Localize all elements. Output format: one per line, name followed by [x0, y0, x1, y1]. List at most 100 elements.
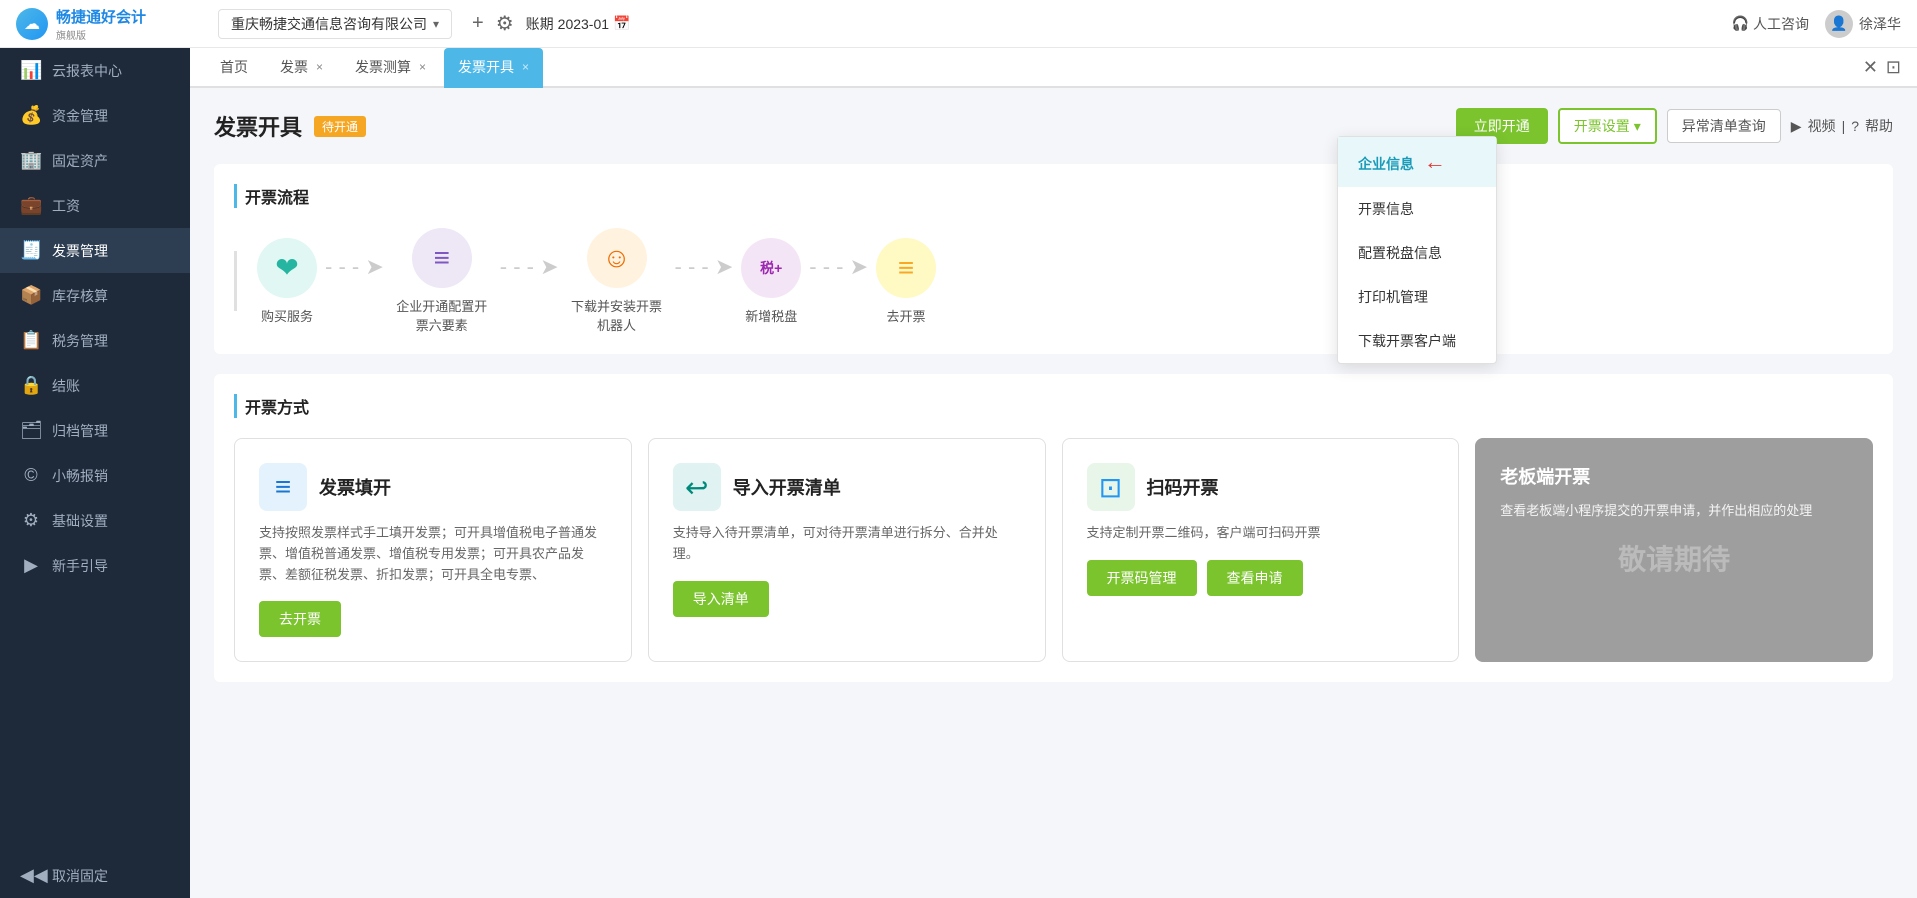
sidebar-label-finance: 资金管理 — [52, 106, 108, 126]
sidebar-item-archive[interactable]: 🗂 归档管理 — [0, 408, 190, 453]
content-area: 首页 发票 × 发票测算 × 发票开具 × ✕ ⊡ — [190, 48, 1917, 898]
period-label: 账期 2023-01 📅 — [526, 14, 631, 34]
main-area: 📊 云报表中心 💰 资金管理 🏢 固定资产 💼 工资 🧾 发票管理 📦 — [0, 48, 1917, 898]
sidebar-item-settings[interactable]: ⚙ 基础设置 — [0, 498, 190, 543]
sidebar-label-guide: 新手引导 — [52, 556, 108, 576]
tab-home[interactable]: 首页 — [206, 48, 262, 88]
method-card-import: ↩ 导入开票清单 支持导入待开票清单，可对待开票清单进行拆分、合并处理。 导入清… — [648, 438, 1046, 662]
sidebar-item-expense[interactable]: © 小畅报销 — [0, 453, 190, 498]
scan-desc: 支持定制开票二维码，客户端可扫码开票 — [1087, 523, 1435, 544]
sidebar-item-tax[interactable]: 📋 税务管理 — [0, 318, 190, 363]
tab-calc-label: 发票测算 — [355, 57, 411, 77]
dropdown-item-download[interactable]: 下载开票客户端 — [1338, 319, 1496, 363]
sidebar-item-assets[interactable]: 🏢 固定资产 — [0, 138, 190, 183]
tab-calc-close[interactable]: × — [419, 60, 426, 74]
flow-section-title: 开票流程 — [234, 184, 1873, 208]
sidebar-label-salary: 工资 — [52, 196, 80, 216]
flow-divider — [234, 251, 237, 311]
sidebar-item-invoice[interactable]: 🧾 发票管理 — [0, 228, 190, 273]
step-label-3: 下载并安装开票机器人 — [567, 296, 667, 334]
tab-bar-actions: ✕ ⊡ — [1863, 57, 1901, 78]
tab-maximize-button[interactable]: ⊡ — [1886, 57, 1901, 78]
sidebar-label-invoice: 发票管理 — [52, 241, 108, 261]
sidebar-item-unpin[interactable]: ◀◀ 取消固定 — [0, 853, 190, 898]
step-icon-1: ❤ — [257, 238, 317, 298]
settings-dropdown-button[interactable]: 开票设置 ▾ — [1558, 108, 1657, 144]
import-icon: ↩ — [673, 463, 721, 511]
video-label[interactable]: 视频 — [1808, 116, 1836, 136]
tab-calc[interactable]: 发票测算 × — [341, 48, 440, 88]
inventory-icon: 📦 — [20, 285, 42, 306]
step-label-2: 企业开通配置开票六要素 — [392, 296, 492, 334]
red-arrow-icon: ← — [1424, 149, 1446, 175]
logo-sub: 旗舰版 — [56, 27, 146, 42]
dropdown-label-download: 下载开票客户端 — [1358, 333, 1456, 349]
logo-icon: ☁ — [16, 8, 48, 40]
settings-dropdown-label: 开票设置 — [1574, 116, 1630, 136]
company-selector[interactable]: 重庆畅捷交通信息咨询有限公司 ▾ — [218, 9, 452, 39]
add-button[interactable]: + — [472, 12, 484, 35]
step-icon-5: ≡ — [876, 238, 936, 298]
fill-btn[interactable]: 去开票 — [259, 601, 341, 637]
sidebar-item-salary[interactable]: 💼 工资 — [0, 183, 190, 228]
scan-btn-2[interactable]: 查看申请 — [1207, 560, 1303, 596]
sidebar-item-reports[interactable]: 📊 云报表中心 — [0, 48, 190, 93]
step-arrow-2: - - - ➤ — [492, 254, 567, 280]
sidebar-label-assets: 固定资产 — [52, 151, 108, 171]
tab-issue-close[interactable]: × — [522, 60, 529, 74]
period-value: 2023-01 — [558, 16, 609, 32]
import-btn[interactable]: 导入清单 — [673, 581, 769, 617]
sidebar-bottom: ◀◀ 取消固定 — [0, 853, 190, 898]
tab-bar: 首页 发票 × 发票测算 × 发票开具 × ✕ ⊡ — [190, 48, 1917, 88]
tab-invoice-close[interactable]: × — [316, 60, 323, 74]
abnormal-list-button[interactable]: 异常清单查询 — [1667, 109, 1781, 143]
sidebar-label-close: 结账 — [52, 376, 80, 396]
method-card-scan: ⊡ 扫码开票 支持定制开票二维码，客户端可扫码开票 开票码管理 查看申请 — [1062, 438, 1460, 662]
tab-close-all-button[interactable]: ✕ — [1863, 57, 1878, 78]
invoice-icon: 🧾 — [20, 240, 42, 261]
user-button[interactable]: 👤 徐泽华 — [1825, 10, 1901, 38]
logo-area: ☁ 畅捷通好会计 旗舰版 — [16, 6, 206, 42]
calendar-icon[interactable]: 📅 — [613, 15, 630, 32]
help-label[interactable]: 帮助 — [1865, 116, 1893, 136]
dropdown-item-printer[interactable]: 打印机管理 — [1338, 275, 1496, 319]
avatar: 👤 — [1825, 10, 1853, 38]
scan-btn-1[interactable]: 开票码管理 — [1087, 560, 1197, 596]
scan-btns: 开票码管理 查看申请 — [1087, 560, 1435, 596]
tab-invoice[interactable]: 发票 × — [266, 48, 337, 88]
flow-step-1[interactable]: ❤ 购买服务 — [257, 238, 317, 325]
method-card-fill-header: ≡ 发票填开 — [259, 463, 607, 511]
sidebar-item-inventory[interactable]: 📦 库存核算 — [0, 273, 190, 318]
step-icon-3: ☺ — [587, 228, 647, 288]
method-cards: ≡ 发票填开 支持按照发票样式手工填开发票；可开具增值税电子普通发票、增值税普通… — [234, 438, 1873, 662]
sidebar-item-close[interactable]: 🔒 结账 — [0, 363, 190, 408]
step-icon-2: ≡ — [412, 228, 472, 288]
sidebar-item-finance[interactable]: 💰 资金管理 — [0, 93, 190, 138]
sidebar-label-reports: 云报表中心 — [52, 61, 122, 81]
sidebar-label-archive: 归档管理 — [52, 421, 108, 441]
fill-title: 发票填开 — [319, 474, 391, 500]
settings-button[interactable]: ⚙ — [496, 11, 514, 36]
flow-step-4[interactable]: 税+ 新增税盘 — [741, 238, 801, 325]
step-label-1: 购买服务 — [261, 306, 313, 325]
sidebar: 📊 云报表中心 💰 资金管理 🏢 固定资产 💼 工资 🧾 发票管理 📦 — [0, 48, 190, 898]
dropdown-menu: 企业信息 ← 开票信息 配置税盘信息 打印机管理 下载开票客户端 — [1337, 136, 1497, 364]
dropdown-label-company: 企业信息 — [1358, 156, 1414, 172]
top-bar: ☁ 畅捷通好会计 旗舰版 重庆畅捷交通信息咨询有限公司 ▾ + ⚙ 账期 202… — [0, 0, 1917, 48]
support-button[interactable]: 🎧 人工咨询 — [1732, 14, 1809, 34]
flow-step-5[interactable]: ≡ 去开票 — [876, 238, 936, 325]
step-label-5: 去开票 — [886, 306, 925, 325]
sidebar-item-guide[interactable]: ▶ 新手引导 — [0, 543, 190, 588]
dropdown-item-company[interactable]: 企业信息 ← — [1338, 137, 1496, 187]
status-badge: 待开通 — [314, 116, 366, 137]
finance-icon: 💰 — [20, 105, 42, 126]
flow-step-3[interactable]: ☺ 下载并安装开票机器人 — [567, 228, 667, 334]
dropdown-item-invoice-info[interactable]: 开票信息 — [1338, 187, 1496, 231]
support-label: 人工咨询 — [1753, 14, 1809, 34]
headset-icon: 🎧 — [1732, 15, 1749, 32]
settings-icon: ⚙ — [20, 510, 42, 531]
flow-step-2[interactable]: ≡ 企业开通配置开票六要素 — [392, 228, 492, 334]
user-name: 徐泽华 — [1859, 14, 1901, 34]
tab-issue[interactable]: 发票开具 × — [444, 48, 543, 88]
dropdown-item-taxdisk[interactable]: 配置税盘信息 — [1338, 231, 1496, 275]
